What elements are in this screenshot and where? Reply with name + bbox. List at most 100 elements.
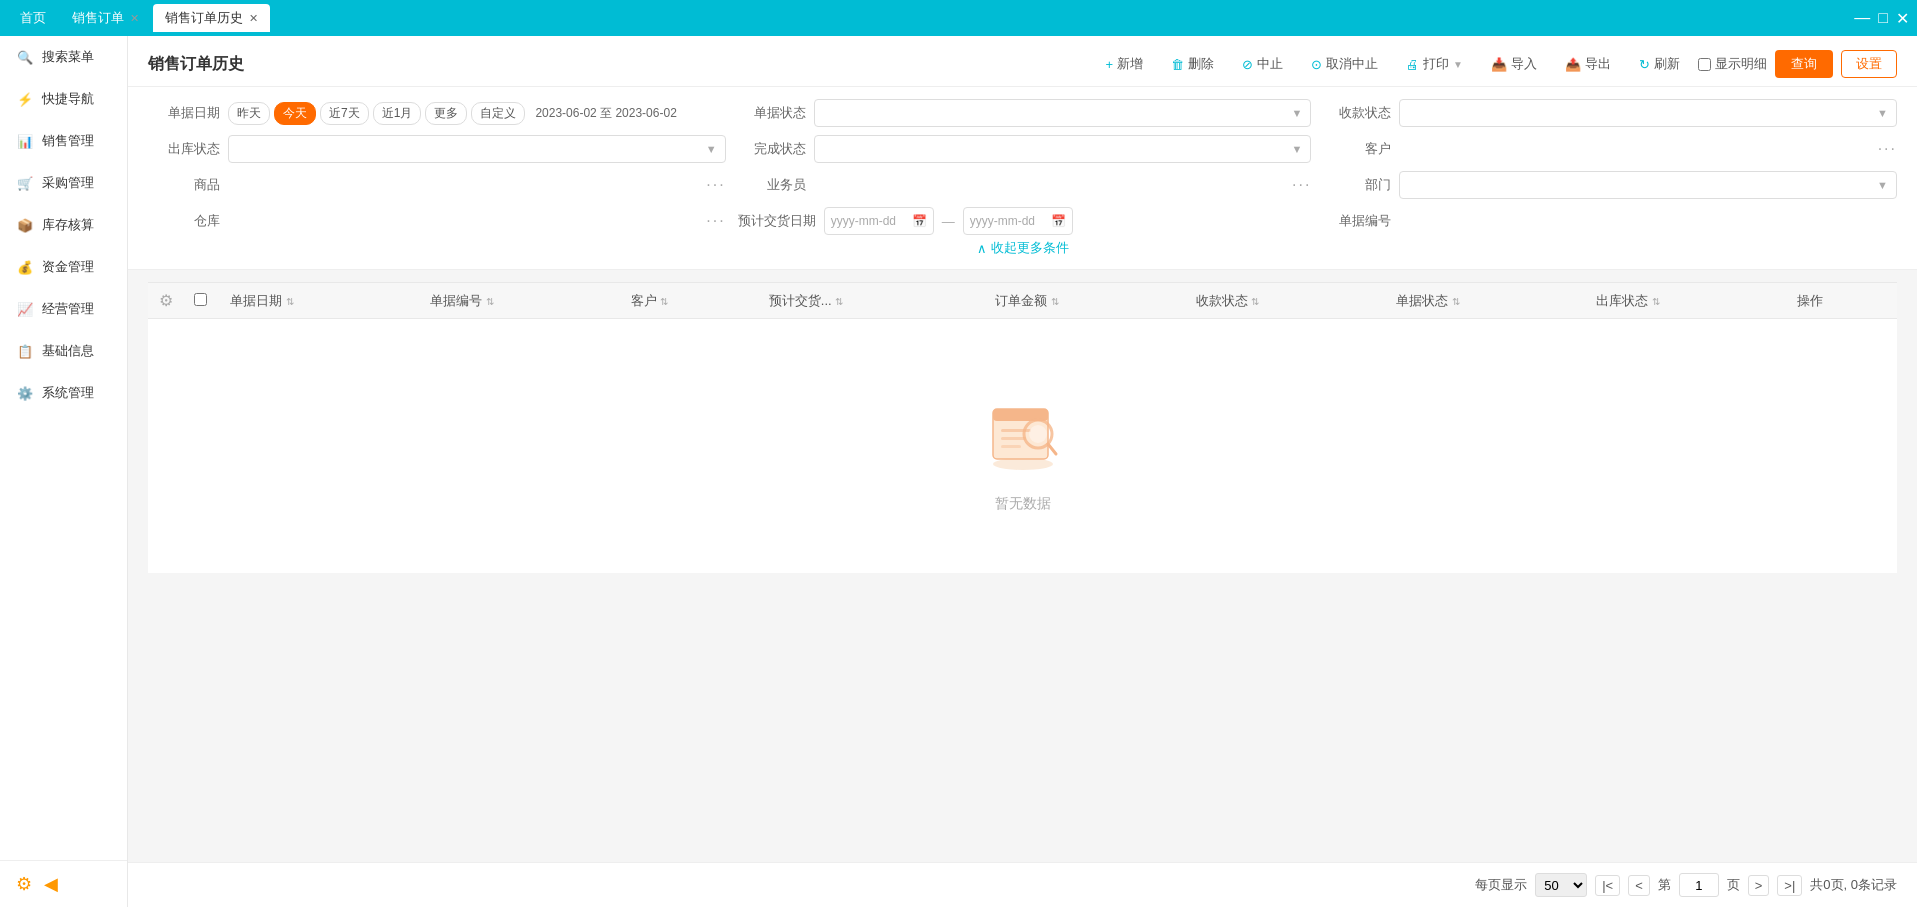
filter-customer-cell: 客户 ··· [1319,135,1897,163]
sidebar-bottom: ⚙ ◀ [0,860,127,907]
page-label: 页 [1727,876,1740,894]
expected-date-start-input[interactable]: yyyy-mm-dd 📅 [824,207,934,235]
next-page-button[interactable]: > [1748,875,1770,896]
calendar-start-icon: 📅 [912,214,927,228]
svg-point-0 [993,458,1053,470]
maximize-button[interactable]: □ [1878,9,1888,27]
refresh-button[interactable]: ↻ 刷新 [1629,51,1690,77]
tab-sales-order[interactable]: 销售订单 ✕ [60,4,151,32]
last-page-button[interactable]: >| [1777,875,1802,896]
table-settings-gear-icon[interactable]: ⚙ [159,292,173,309]
nav-icon: ⚡ [16,90,34,108]
add-button[interactable]: + 新增 [1096,51,1154,77]
display-cols-checkbox[interactable] [1698,58,1711,71]
filter-complete-status-cell: 完成状态 ▼ [734,135,1312,163]
stop-button[interactable]: ⊘ 中止 [1232,51,1293,77]
delivery-status-select[interactable]: ▼ [228,135,726,163]
filter-expected-date-cell: 预计交货日期 yyyy-mm-dd 📅 — yyyy-mm-dd 📅 [734,207,1312,235]
page-size-select[interactable]: 10 20 50 100 [1535,873,1587,897]
sidebar-settings-icon[interactable]: ⚙ [16,873,32,895]
date-badge-custom[interactable]: 自定义 [471,102,525,125]
delivery-status-label: 出库状态 [148,140,228,158]
display-cols-checkbox-label[interactable]: 显示明细 [1698,55,1767,73]
complete-status-select[interactable]: ▼ [814,135,1312,163]
page-number-input[interactable] [1679,873,1719,897]
import-button[interactable]: 📥 导入 [1481,51,1547,77]
filter-row-4: 仓库 ··· 预计交货日期 yyyy-mm-dd 📅 — yyyy [148,207,1897,235]
col-order-status-label: 单据状态 [1396,293,1448,308]
expected-date-end-input[interactable]: yyyy-mm-dd 📅 [963,207,1073,235]
order-status-label: 单据状态 [734,104,814,122]
col-expected-delivery-sort-icon[interactable]: ⇅ [835,296,843,307]
customer-dots-button[interactable]: ··· [1878,140,1897,158]
product-dots-button[interactable]: ··· [706,176,725,194]
warehouse-label: 仓库 [148,212,228,230]
system-icon: ⚙️ [16,384,34,402]
close-button[interactable]: ✕ [1896,9,1909,28]
payment-status-select[interactable]: ▼ [1399,99,1897,127]
settings-button[interactable]: 设置 [1841,50,1897,78]
col-delivery-status-label: 出库状态 [1596,293,1648,308]
svg-rect-5 [1001,445,1021,448]
warehouse-dots-button[interactable]: ··· [706,212,725,230]
customer-label: 客户 [1319,140,1399,158]
tab-sales-order-close[interactable]: ✕ [130,12,139,25]
date-label: 单据日期 [148,104,228,122]
svg-point-7 [1029,425,1047,443]
sidebar-item-finance-mgmt[interactable]: 💰 资金管理 [0,246,127,288]
select-all-checkbox[interactable] [194,293,207,306]
date-badge-7days[interactable]: 近7天 [320,102,369,125]
col-order-status-sort-icon[interactable]: ⇅ [1452,296,1460,307]
refresh-label: 刷新 [1654,55,1680,73]
order-status-select[interactable]: ▼ [814,99,1312,127]
sidebar-item-sales-mgmt[interactable]: 📊 销售管理 [0,120,127,162]
payment-status-label: 收款状态 [1319,104,1399,122]
sidebar-item-stock-check[interactable]: 📦 库存核算 [0,204,127,246]
salesperson-dots-button[interactable]: ··· [1292,176,1311,194]
search-icon: 🔍 [16,48,34,66]
sidebar-item-purchase-mgmt[interactable]: 🛒 采购管理 [0,162,127,204]
sidebar-item-quick-nav[interactable]: ⚡ 快捷导航 [0,78,127,120]
sidebar-item-search-menu[interactable]: 🔍 搜索菜单 [0,36,127,78]
sidebar-item-base-info[interactable]: 📋 基础信息 [0,330,127,372]
cancel-stop-button[interactable]: ⊙ 取消中止 [1301,51,1388,77]
sidebar-item-sales-mgmt-label: 销售管理 [42,132,94,150]
filter-salesperson-cell: 业务员 ··· [734,171,1312,199]
total-records-label: 共0页, 0条记录 [1810,876,1897,894]
sidebar-item-ops-mgmt[interactable]: 📈 经营管理 [0,288,127,330]
sidebar-collapse-icon[interactable]: ◀ [44,873,58,895]
col-payment-status-sort-icon[interactable]: ⇅ [1251,296,1259,307]
print-button[interactable]: 🖨 打印 ▼ [1396,51,1473,77]
collapse-filter-button[interactable]: ∧ 收起更多条件 [148,239,1897,257]
delete-button[interactable]: 🗑 删除 [1161,51,1224,77]
display-cols-label: 显示明细 [1715,55,1767,73]
table-checkbox-col[interactable] [184,283,220,319]
col-customer-sort-icon[interactable]: ⇅ [660,296,668,307]
first-page-button[interactable]: |< [1595,875,1620,896]
sidebar-item-system-mgmt[interactable]: ⚙️ 系统管理 [0,372,127,414]
export-button[interactable]: 📤 导出 [1555,51,1621,77]
col-no-sort-icon[interactable]: ⇅ [486,296,494,307]
prev-page-button[interactable]: < [1628,875,1650,896]
tab-sales-order-history[interactable]: 销售订单历史 ✕ [153,4,270,32]
tab-sales-order-history-close[interactable]: ✕ [249,12,258,25]
table-area: ⚙ 单据日期 ⇅ 单据编号 ⇅ [128,270,1917,862]
col-no-label: 单据编号 [430,293,482,308]
export-icon: 📤 [1565,57,1581,72]
page-title: 销售订单历史 [148,54,244,75]
col-order-amount-sort-icon[interactable]: ⇅ [1051,296,1059,307]
col-delivery-status-sort-icon[interactable]: ⇅ [1652,296,1660,307]
tab-home[interactable]: 首页 [8,4,58,32]
table-settings-col[interactable]: ⚙ [148,283,184,319]
department-select[interactable]: ▼ [1399,171,1897,199]
cancel-stop-label: 取消中止 [1326,55,1378,73]
minimize-button[interactable]: — [1854,9,1870,27]
date-badge-today[interactable]: 今天 [274,102,316,125]
filter-delivery-status-cell: 出库状态 ▼ [148,135,726,163]
query-button[interactable]: 查询 [1775,50,1833,78]
date-badge-yesterday[interactable]: 昨天 [228,102,270,125]
date-badge-more[interactable]: 更多 [425,102,467,125]
col-date-sort-icon[interactable]: ⇅ [286,296,294,307]
date-badge-1month[interactable]: 近1月 [373,102,422,125]
col-order-amount: 订单金额 ⇅ [985,283,1185,319]
